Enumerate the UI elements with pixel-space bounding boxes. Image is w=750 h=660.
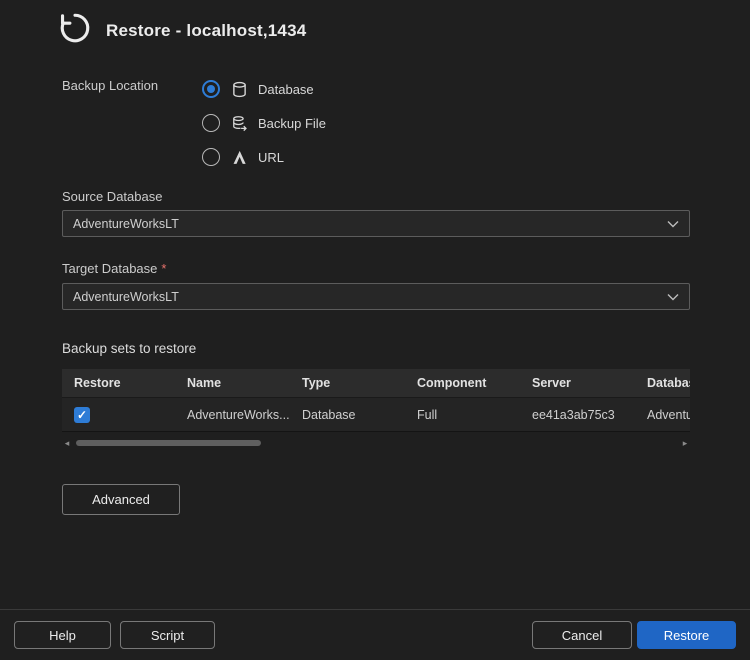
url-icon: [230, 148, 248, 166]
target-database-value: AdventureWorksLT: [73, 290, 667, 304]
cancel-button[interactable]: Cancel: [532, 621, 632, 649]
backup-file-icon: [230, 114, 248, 132]
radio-label-backup-file: Backup File: [258, 116, 326, 131]
script-button[interactable]: Script: [120, 621, 215, 649]
table-header-row: Restore Name Type Component Server Datab…: [62, 369, 690, 398]
radio-url[interactable]: [202, 148, 220, 166]
col-server: Server: [520, 376, 635, 390]
table-row[interactable]: ✓ AdventureWorks... Database Full ee41a3…: [62, 398, 690, 432]
radio-label-url: URL: [258, 150, 284, 165]
server-cell: ee41a3ab75c3: [520, 408, 635, 422]
required-marker: *: [161, 261, 166, 276]
restore-dialog: Restore - localhost,1434 Backup Location…: [0, 0, 750, 660]
database-icon: [230, 80, 248, 98]
restore-icon: [58, 11, 92, 50]
col-restore: Restore: [62, 376, 175, 390]
restore-button[interactable]: Restore: [637, 621, 736, 649]
backup-location-label: Backup Location: [62, 78, 158, 93]
col-name: Name: [175, 376, 290, 390]
radio-option-url[interactable]: URL: [202, 140, 326, 174]
source-database-label: Source Database: [62, 189, 162, 204]
backup-location-radio-group: Database Backup File: [202, 72, 326, 174]
radio-option-backup-file[interactable]: Backup File: [202, 106, 326, 140]
source-database-dropdown[interactable]: AdventureWorksLT: [62, 210, 690, 237]
col-type: Type: [290, 376, 405, 390]
footer-divider: [0, 609, 750, 610]
source-database-value: AdventureWorksLT: [73, 217, 667, 231]
target-database-label-text: Target Database: [62, 261, 157, 276]
help-button[interactable]: Help: [14, 621, 111, 649]
col-component: Component: [405, 376, 520, 390]
component-cell: Full: [405, 408, 520, 422]
scroll-right-icon[interactable]: ▸: [680, 438, 690, 448]
backup-sets-label: Backup sets to restore: [62, 341, 196, 356]
radio-label-database: Database: [258, 82, 314, 97]
radio-backup-file[interactable]: [202, 114, 220, 132]
advanced-button[interactable]: Advanced: [62, 484, 180, 515]
dialog-title: Restore - localhost,1434: [106, 21, 306, 41]
scroll-left-icon[interactable]: ◂: [62, 438, 72, 448]
dialog-header: Restore - localhost,1434: [58, 11, 306, 50]
chevron-down-icon: [667, 220, 679, 228]
radio-option-database[interactable]: Database: [202, 72, 326, 106]
table-horizontal-scrollbar[interactable]: ◂ ▸: [62, 437, 690, 449]
scrollbar-thumb[interactable]: [76, 440, 261, 446]
chevron-down-icon: [667, 293, 679, 301]
restore-cell: ✓: [62, 407, 175, 423]
check-icon: ✓: [77, 409, 87, 421]
col-database: Database: [635, 376, 690, 390]
scrollbar-track[interactable]: [72, 439, 680, 447]
restore-checkbox[interactable]: ✓: [74, 407, 90, 423]
type-cell: Database: [290, 408, 405, 422]
target-database-label: Target Database *: [62, 261, 166, 276]
backup-sets-table: Restore Name Type Component Server Datab…: [62, 369, 690, 432]
database-cell: Adventu...: [635, 408, 690, 422]
radio-database[interactable]: [202, 80, 220, 98]
target-database-dropdown[interactable]: AdventureWorksLT: [62, 283, 690, 310]
name-cell: AdventureWorks...: [175, 408, 290, 422]
